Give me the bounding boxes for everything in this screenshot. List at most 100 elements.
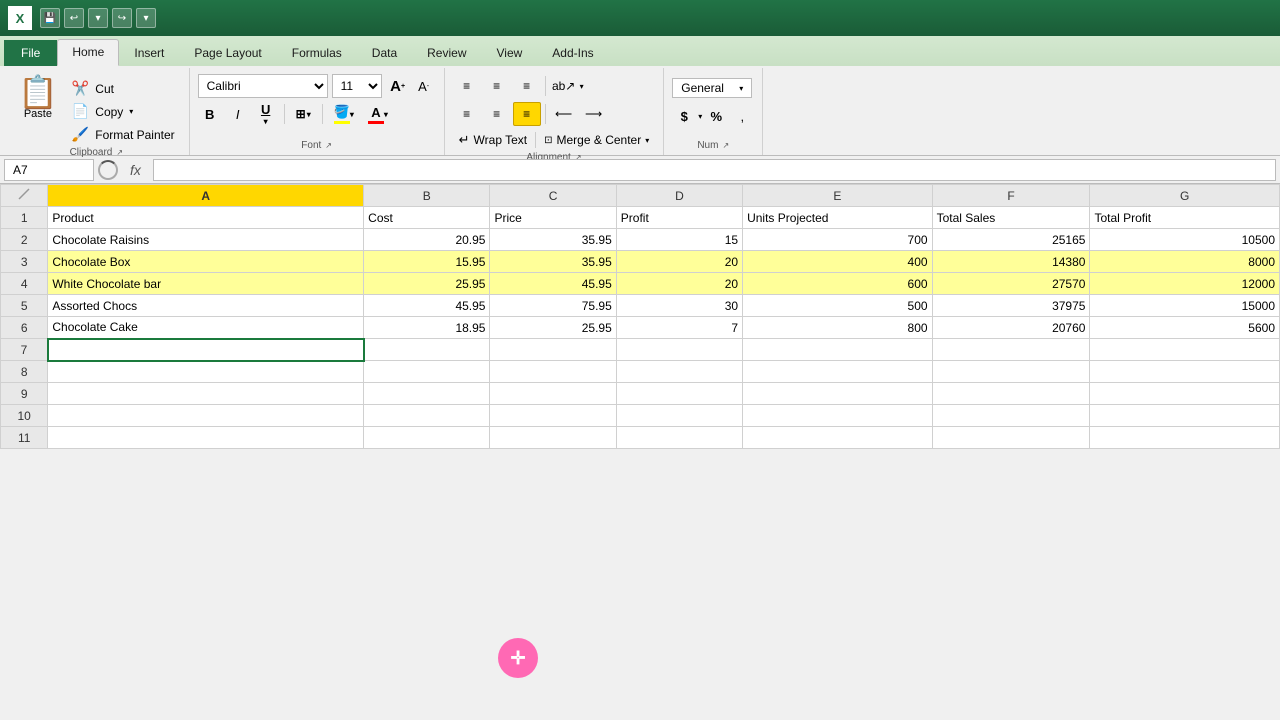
cell-B2[interactable]: 20.95 xyxy=(364,229,490,251)
cell-G7[interactable] xyxy=(1090,339,1280,361)
cell-F5[interactable]: 37975 xyxy=(932,295,1090,317)
cell-C6[interactable]: 25.95 xyxy=(490,317,616,339)
row-header-11[interactable]: 11 xyxy=(1,427,48,449)
cell-B9[interactable] xyxy=(364,383,490,405)
cell-B8[interactable] xyxy=(364,361,490,383)
cell-A3[interactable]: Chocolate Box xyxy=(48,251,364,273)
cell-B1[interactable]: Cost xyxy=(364,207,490,229)
decrease-indent-button[interactable]: ⟵ xyxy=(550,102,578,126)
cell-F9[interactable] xyxy=(932,383,1090,405)
cell-D2[interactable]: 15 xyxy=(616,229,742,251)
cell-F3[interactable]: 14380 xyxy=(932,251,1090,273)
font-color-dropdown[interactable]: ▾ xyxy=(384,110,388,119)
column-header-D[interactable]: D xyxy=(616,185,742,207)
tab-review[interactable]: Review xyxy=(412,40,481,66)
paste-button[interactable]: 📋 Paste xyxy=(12,74,64,122)
copy-button[interactable]: 📄 Copy ▾ xyxy=(66,101,181,122)
column-header-C[interactable]: C xyxy=(490,185,616,207)
cell-D10[interactable] xyxy=(616,405,742,427)
formula-fx-icon[interactable]: fx xyxy=(122,162,149,178)
borders-button[interactable]: ⊞ ▾ xyxy=(291,102,316,126)
cell-A8[interactable] xyxy=(48,361,364,383)
cell-C2[interactable]: 35.95 xyxy=(490,229,616,251)
cell-D6[interactable]: 7 xyxy=(616,317,742,339)
cell-C11[interactable] xyxy=(490,427,616,449)
cell-D1[interactable]: Profit xyxy=(616,207,742,229)
number-expand-icon[interactable]: ↗ xyxy=(722,141,729,150)
cell-G3[interactable]: 8000 xyxy=(1090,251,1280,273)
cell-B3[interactable]: 15.95 xyxy=(364,251,490,273)
cell-C8[interactable] xyxy=(490,361,616,383)
percent-button[interactable]: % xyxy=(704,104,728,128)
cell-A5[interactable]: Assorted Chocs xyxy=(48,295,364,317)
font-color-button[interactable]: A ▾ xyxy=(363,102,393,126)
cell-A1[interactable]: Product xyxy=(48,207,364,229)
cell-A11[interactable] xyxy=(48,427,364,449)
orientation-button[interactable]: ab↗ xyxy=(550,74,578,98)
increase-indent-button[interactable]: ⟶ xyxy=(580,102,608,126)
tab-insert[interactable]: Insert xyxy=(119,40,179,66)
fill-color-button[interactable]: 🪣 ▾ xyxy=(329,102,359,126)
cell-G6[interactable]: 5600 xyxy=(1090,317,1280,339)
merge-dropdown[interactable]: ▾ xyxy=(645,136,649,145)
cell-E11[interactable] xyxy=(743,427,932,449)
align-top-button[interactable]: ≡ xyxy=(453,74,481,98)
column-header-E[interactable]: E xyxy=(743,185,932,207)
cell-B6[interactable]: 18.95 xyxy=(364,317,490,339)
cell-A6[interactable]: Chocolate Cake xyxy=(48,317,364,339)
cell-G1[interactable]: Total Profit xyxy=(1090,207,1280,229)
cell-D8[interactable] xyxy=(616,361,742,383)
cell-G9[interactable] xyxy=(1090,383,1280,405)
undo-dropdown[interactable]: ▾ xyxy=(88,8,108,28)
cell-D4[interactable]: 20 xyxy=(616,273,742,295)
tab-view[interactable]: View xyxy=(482,40,538,66)
cell-E8[interactable] xyxy=(743,361,932,383)
cell-G4[interactable]: 12000 xyxy=(1090,273,1280,295)
italic-button[interactable]: I xyxy=(226,102,250,126)
align-left-button[interactable]: ≡ xyxy=(453,102,481,126)
font-name-select[interactable]: Calibri xyxy=(198,74,328,98)
cell-E6[interactable]: 800 xyxy=(743,317,932,339)
row-header-7[interactable]: 7 xyxy=(1,339,48,361)
cell-G5[interactable]: 15000 xyxy=(1090,295,1280,317)
cell-B5[interactable]: 45.95 xyxy=(364,295,490,317)
cell-A7[interactable] xyxy=(48,339,364,361)
cell-F4[interactable]: 27570 xyxy=(932,273,1090,295)
align-middle-button[interactable]: ≡ xyxy=(483,74,511,98)
cell-G8[interactable] xyxy=(1090,361,1280,383)
cell-D3[interactable]: 20 xyxy=(616,251,742,273)
grow-font-button[interactable]: A+ xyxy=(386,74,410,98)
borders-dropdown[interactable]: ▾ xyxy=(307,110,311,119)
font-size-select[interactable]: 11 xyxy=(332,74,382,98)
row-header-2[interactable]: 2 xyxy=(1,229,48,251)
cell-C9[interactable] xyxy=(490,383,616,405)
cell-A10[interactable] xyxy=(48,405,364,427)
cell-A2[interactable]: Chocolate Raisins xyxy=(48,229,364,251)
cell-A4[interactable]: White Chocolate bar xyxy=(48,273,364,295)
tab-formulas[interactable]: Formulas xyxy=(277,40,357,66)
cell-D5[interactable]: 30 xyxy=(616,295,742,317)
tab-addins[interactable]: Add-Ins xyxy=(537,40,608,66)
align-center-button[interactable]: ≡ xyxy=(483,102,511,126)
row-header-9[interactable]: 9 xyxy=(1,383,48,405)
cell-E10[interactable] xyxy=(743,405,932,427)
font-expand-icon[interactable]: ↗ xyxy=(325,141,332,150)
cell-B11[interactable] xyxy=(364,427,490,449)
number-format-dropdown[interactable]: ▾ xyxy=(739,84,743,93)
shrink-font-button[interactable]: A- xyxy=(412,74,436,98)
merge-center-button[interactable]: ⊡ Merge & Center ▾ xyxy=(538,131,655,149)
copy-dropdown-arrow[interactable]: ▾ xyxy=(129,107,133,116)
align-bottom-button[interactable]: ≡ xyxy=(513,74,541,98)
underline-dropdown[interactable]: ▾ xyxy=(264,117,268,126)
cell-E2[interactable]: 700 xyxy=(743,229,932,251)
row-header-5[interactable]: 5 xyxy=(1,295,48,317)
cell-D7[interactable] xyxy=(616,339,742,361)
cell-F11[interactable] xyxy=(932,427,1090,449)
cell-E3[interactable]: 400 xyxy=(743,251,932,273)
comma-button[interactable]: , xyxy=(730,104,754,128)
format-painter-button[interactable]: 🖌️ Format Painter xyxy=(66,124,181,145)
redo-button[interactable]: ↪ xyxy=(112,8,132,28)
cell-C4[interactable]: 45.95 xyxy=(490,273,616,295)
row-header-1[interactable]: 1 xyxy=(1,207,48,229)
tab-home[interactable]: Home xyxy=(57,39,119,66)
